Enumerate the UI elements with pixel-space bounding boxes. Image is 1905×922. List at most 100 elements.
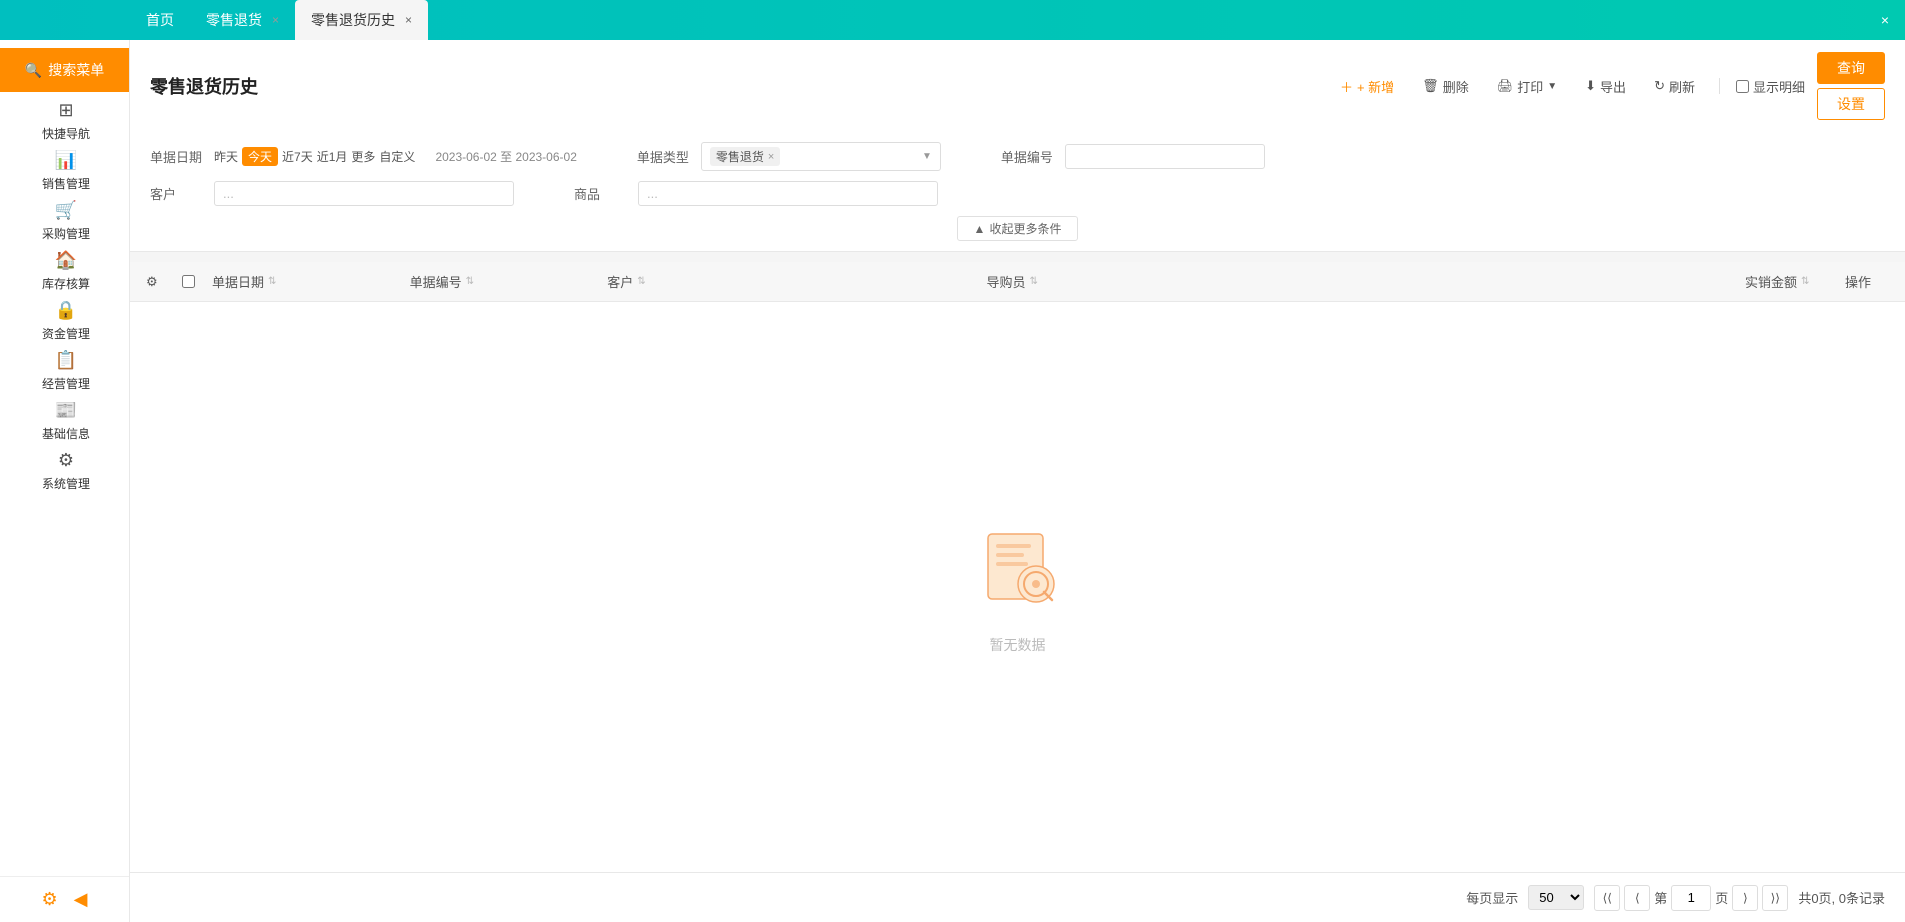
print-button[interactable]: 🖨 打印 ▼ bbox=[1489, 73, 1565, 100]
divider bbox=[1719, 78, 1720, 94]
export-icon: ⬇ bbox=[1585, 78, 1596, 94]
sales-icon: 📊 bbox=[55, 150, 77, 171]
type-select[interactable]: 零售退货 × ▼ bbox=[701, 142, 941, 171]
type-chip-remove[interactable]: × bbox=[768, 151, 774, 163]
filter-row-2: 客户 ... 商品 ... bbox=[150, 181, 1885, 206]
pagination-bar: 每页显示 50 10 20 100 ⟨⟨ ⟨ 第 页 ⟩ ⟩⟩ 共0页, 0条记… bbox=[130, 872, 1905, 922]
page-header: 零售退货历史 ＋ + 新增 🗑 删除 🖨 打印 ▼ bbox=[130, 40, 1905, 252]
purchase-icon: 🛒 bbox=[55, 200, 77, 221]
delete-button[interactable]: 🗑 删除 bbox=[1414, 73, 1477, 100]
tab-home[interactable]: 首页 bbox=[130, 0, 190, 40]
search-icon: 🔍 bbox=[25, 62, 42, 79]
sidebar-item-purchase-mgmt[interactable]: 🛒 采购管理 bbox=[0, 196, 129, 246]
guide-sort-icon[interactable]: ⇅ bbox=[1030, 276, 1038, 287]
system-icon: ⚙ bbox=[58, 450, 74, 471]
collapse-button[interactable]: ▲ 收起更多条件 bbox=[957, 216, 1079, 241]
goods-filter-label: 商品 bbox=[574, 184, 630, 203]
new-button[interactable]: ＋ + 新增 bbox=[1332, 73, 1402, 100]
customer-select[interactable]: ... bbox=[214, 181, 514, 206]
tab-retail-return-history[interactable]: 零售退货历史 × bbox=[295, 0, 428, 40]
page-nav: ⟨⟨ ⟨ 第 页 ⟩ ⟩⟩ bbox=[1594, 885, 1788, 911]
sidebar-item-inventory[interactable]: 🏠 库存核算 bbox=[0, 246, 129, 296]
first-page-button[interactable]: ⟨⟨ bbox=[1594, 885, 1620, 911]
date-today[interactable]: 今天 bbox=[242, 147, 278, 166]
type-filter: 单据类型 零售退货 × ▼ bbox=[637, 142, 941, 171]
date-filter-label: 单据日期 bbox=[150, 147, 206, 166]
date-7days[interactable]: 近7天 bbox=[282, 148, 313, 165]
date-yesterday[interactable]: 昨天 bbox=[214, 148, 238, 165]
date-custom[interactable]: 自定义 bbox=[379, 148, 415, 165]
number-input[interactable] bbox=[1065, 144, 1265, 169]
inventory-icon: 🏠 bbox=[55, 250, 77, 271]
number-sort-icon[interactable]: ⇅ bbox=[466, 276, 474, 287]
date-1month[interactable]: 近1月 bbox=[317, 148, 348, 165]
last-page-button[interactable]: ⟩⟩ bbox=[1762, 885, 1788, 911]
date-range-display: 2023-06-02 至 2023-06-02 bbox=[435, 148, 576, 165]
select-all-checkbox[interactable] bbox=[182, 275, 195, 288]
tab-retail-return[interactable]: 零售退货 × bbox=[190, 0, 295, 40]
operations-icon: 📋 bbox=[55, 350, 77, 371]
table-container: ⚙ 单据日期 ⇅ 单据编号 ⇅ 客户 ⇅ 导购员 ⇅ bbox=[130, 262, 1905, 872]
settings-bottom-icon[interactable]: ⚙ bbox=[42, 889, 58, 910]
sidebar-bottom: ⚙ ◀ bbox=[0, 876, 129, 922]
goods-select[interactable]: ... bbox=[638, 181, 938, 206]
sidebar-item-system-mgmt[interactable]: ⚙ 系统管理 bbox=[0, 446, 129, 496]
page-size-select[interactable]: 50 10 20 100 bbox=[1528, 885, 1584, 910]
main-content: 零售退货历史 ＋ + 新增 🗑 删除 🖨 打印 ▼ bbox=[130, 40, 1905, 922]
query-button[interactable]: 查询 bbox=[1817, 52, 1885, 84]
th-check[interactable] bbox=[174, 275, 204, 288]
collapse-bar: ▲ 收起更多条件 bbox=[150, 216, 1885, 241]
number-filter-label: 单据编号 bbox=[1001, 147, 1057, 166]
type-filter-label: 单据类型 bbox=[637, 147, 693, 166]
window-close-button[interactable]: × bbox=[1881, 12, 1889, 28]
total-record-text: 共0页, 0条记录 bbox=[1798, 888, 1885, 907]
filter-row-1: 单据日期 昨天 今天 近7天 近1月 更多 自定义 2023-06-02 至 2… bbox=[150, 142, 1885, 171]
refresh-icon: ↻ bbox=[1654, 78, 1665, 94]
type-select-arrow: ▼ bbox=[922, 151, 932, 162]
type-chip: 零售退货 × bbox=[710, 147, 780, 166]
sidebar-item-quick-nav[interactable]: ⊞ 快捷导航 bbox=[0, 96, 129, 146]
sidebar-search[interactable]: 🔍 搜索菜单 bbox=[0, 48, 129, 92]
filter-area: 单据日期 昨天 今天 近7天 近1月 更多 自定义 2023-06-02 至 2… bbox=[150, 132, 1885, 251]
delete-icon: 🗑 bbox=[1422, 78, 1439, 94]
th-amount: 实销金额 ⇅ bbox=[1737, 272, 1837, 291]
th-customer: 客户 ⇅ bbox=[599, 272, 978, 291]
th-number: 单据编号 ⇅ bbox=[402, 272, 600, 291]
next-page-button[interactable]: ⟩ bbox=[1732, 885, 1758, 911]
plus-icon: ＋ bbox=[1340, 77, 1353, 96]
collapse-icon: ▲ bbox=[974, 222, 986, 236]
customer-sort-icon[interactable]: ⇅ bbox=[637, 276, 645, 287]
prev-page-button[interactable]: ⟨ bbox=[1624, 885, 1650, 911]
empty-icon bbox=[968, 519, 1068, 619]
menu-bottom-icon[interactable]: ◀ bbox=[74, 889, 88, 910]
amount-sort-icon[interactable]: ⇅ bbox=[1801, 276, 1809, 287]
refresh-button[interactable]: ↻ 刷新 bbox=[1646, 73, 1703, 100]
date-more[interactable]: 更多 bbox=[351, 148, 375, 165]
sidebar-item-basic-info[interactable]: 📰 基础信息 bbox=[0, 396, 129, 446]
close-retail-return[interactable]: × bbox=[272, 13, 279, 27]
finance-icon: 🔒 bbox=[55, 300, 77, 321]
page-title: 零售退货历史 bbox=[150, 73, 258, 99]
customer-filter-label: 客户 bbox=[150, 184, 206, 203]
date-sort-icon[interactable]: ⇅ bbox=[268, 276, 276, 287]
customer-filter: 客户 ... bbox=[150, 181, 514, 206]
table-header: ⚙ 单据日期 ⇅ 单据编号 ⇅ 客户 ⇅ 导购员 ⇅ bbox=[130, 262, 1905, 302]
print-arrow-icon: ▼ bbox=[1547, 81, 1557, 92]
setting-button[interactable]: 设置 bbox=[1817, 88, 1885, 120]
show-detail-checkbox-label[interactable]: 显示明细 bbox=[1736, 77, 1805, 96]
quick-nav-icon: ⊞ bbox=[58, 100, 73, 121]
sidebar-item-sales-mgmt[interactable]: 📊 销售管理 bbox=[0, 146, 129, 196]
number-filter: 单据编号 bbox=[1001, 144, 1265, 169]
date-shortcuts: 昨天 今天 近7天 近1月 更多 自定义 bbox=[214, 147, 415, 166]
show-detail-checkbox[interactable] bbox=[1736, 80, 1749, 93]
page-number-input[interactable] bbox=[1671, 885, 1711, 911]
export-button[interactable]: ⬇ 导出 bbox=[1577, 73, 1634, 100]
goods-filter: 商品 ... bbox=[574, 181, 938, 206]
th-settings[interactable]: ⚙ bbox=[138, 274, 174, 290]
th-date: 单据日期 ⇅ bbox=[204, 272, 402, 291]
sidebar-item-operations[interactable]: 📋 经营管理 bbox=[0, 346, 129, 396]
close-retail-return-history[interactable]: × bbox=[405, 13, 412, 27]
toolbar: ＋ + 新增 🗑 删除 🖨 打印 ▼ ⬇ 导出 bbox=[1332, 52, 1885, 120]
top-bar: 首页 零售退货 × 零售退货历史 × × bbox=[0, 0, 1905, 40]
sidebar-item-finance[interactable]: 🔒 资金管理 bbox=[0, 296, 129, 346]
